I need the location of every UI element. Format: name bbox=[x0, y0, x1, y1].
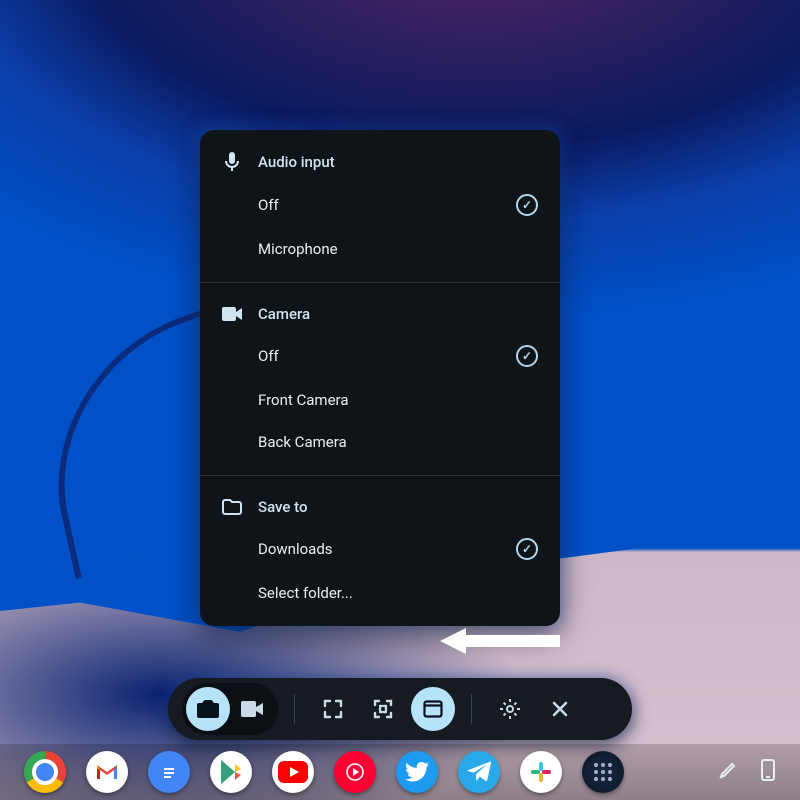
close-button[interactable] bbox=[538, 687, 582, 731]
camera-option-back-label: Back Camera bbox=[258, 433, 347, 451]
app-gmail[interactable] bbox=[86, 751, 128, 793]
folder-icon bbox=[222, 499, 242, 515]
gmail-icon bbox=[94, 762, 120, 782]
screenshot-mode-button[interactable] bbox=[186, 687, 230, 731]
slack-icon bbox=[529, 760, 553, 784]
close-icon bbox=[551, 700, 569, 718]
camera-option-off[interactable]: Off bbox=[200, 333, 560, 379]
docs-icon bbox=[160, 760, 178, 784]
camera-option-off-label: Off bbox=[258, 347, 279, 365]
audio-option-off-label: Off bbox=[258, 196, 279, 214]
audio-option-microphone-label: Microphone bbox=[258, 240, 338, 258]
window-region-button[interactable] bbox=[411, 687, 455, 731]
videocam-icon bbox=[222, 307, 242, 321]
audio-header-label: Audio input bbox=[258, 153, 335, 171]
check-icon bbox=[516, 538, 538, 560]
audio-option-off[interactable]: Off bbox=[200, 182, 560, 228]
section-camera: Camera Off Front Camera Back Camera bbox=[200, 283, 560, 476]
screen-capture-toolbar bbox=[168, 678, 632, 740]
fullscreen-region-button[interactable] bbox=[311, 687, 355, 731]
partial-region-button[interactable] bbox=[361, 687, 405, 731]
play-icon bbox=[219, 759, 243, 785]
app-youtube[interactable] bbox=[272, 751, 314, 793]
saveto-option-select-folder-label: Select folder... bbox=[258, 584, 353, 602]
saveto-option-downloads-label: Downloads bbox=[258, 540, 333, 558]
record-mode-button[interactable] bbox=[230, 687, 274, 731]
shelf bbox=[0, 744, 800, 800]
saveto-header-label: Save to bbox=[258, 498, 308, 516]
section-header-camera: Camera bbox=[200, 295, 560, 333]
window-icon bbox=[423, 700, 443, 718]
app-launcher-grid[interactable] bbox=[582, 751, 624, 793]
youtube-music-icon bbox=[342, 759, 368, 785]
camera-option-back[interactable]: Back Camera bbox=[200, 421, 560, 463]
grid-icon bbox=[592, 761, 614, 783]
telegram-icon bbox=[467, 761, 491, 783]
camera-icon bbox=[197, 699, 219, 719]
saveto-option-downloads[interactable]: Downloads bbox=[200, 526, 560, 572]
camera-header-label: Camera bbox=[258, 305, 310, 323]
section-save-to: Save to Downloads Select folder... bbox=[200, 476, 560, 626]
camera-option-front[interactable]: Front Camera bbox=[200, 379, 560, 421]
app-twitter[interactable] bbox=[396, 751, 438, 793]
camera-option-front-label: Front Camera bbox=[258, 391, 348, 409]
gear-icon bbox=[499, 698, 521, 720]
saveto-option-select-folder[interactable]: Select folder... bbox=[200, 572, 560, 614]
settings-button[interactable] bbox=[488, 687, 532, 731]
check-icon bbox=[516, 194, 538, 216]
section-audio-input: Audio input Off Microphone bbox=[200, 130, 560, 283]
microphone-icon bbox=[222, 152, 242, 172]
check-icon bbox=[516, 345, 538, 367]
app-slack[interactable] bbox=[520, 751, 562, 793]
app-docs[interactable] bbox=[148, 751, 190, 793]
crop-icon bbox=[373, 699, 393, 719]
twitter-icon bbox=[405, 762, 429, 782]
phone-hub-icon[interactable] bbox=[760, 758, 776, 786]
toolbar-separator bbox=[294, 694, 295, 724]
section-header-saveto: Save to bbox=[200, 488, 560, 526]
stylus-icon[interactable] bbox=[718, 760, 738, 784]
capture-mode-segment bbox=[182, 683, 278, 735]
shelf-status-area[interactable] bbox=[718, 758, 776, 786]
app-play-store[interactable] bbox=[210, 751, 252, 793]
youtube-icon bbox=[278, 761, 308, 783]
toolbar-separator bbox=[471, 694, 472, 724]
app-youtube-music[interactable] bbox=[334, 751, 376, 793]
fullscreen-icon bbox=[323, 699, 343, 719]
capture-settings-popup: Audio input Off Microphone Camera Off Fr… bbox=[200, 130, 560, 626]
app-telegram[interactable] bbox=[458, 751, 500, 793]
chrome-icon bbox=[24, 751, 66, 793]
videocam-icon bbox=[241, 701, 263, 717]
app-chrome[interactable] bbox=[24, 751, 66, 793]
section-header-audio: Audio input bbox=[200, 142, 560, 182]
audio-option-microphone[interactable]: Microphone bbox=[200, 228, 560, 270]
